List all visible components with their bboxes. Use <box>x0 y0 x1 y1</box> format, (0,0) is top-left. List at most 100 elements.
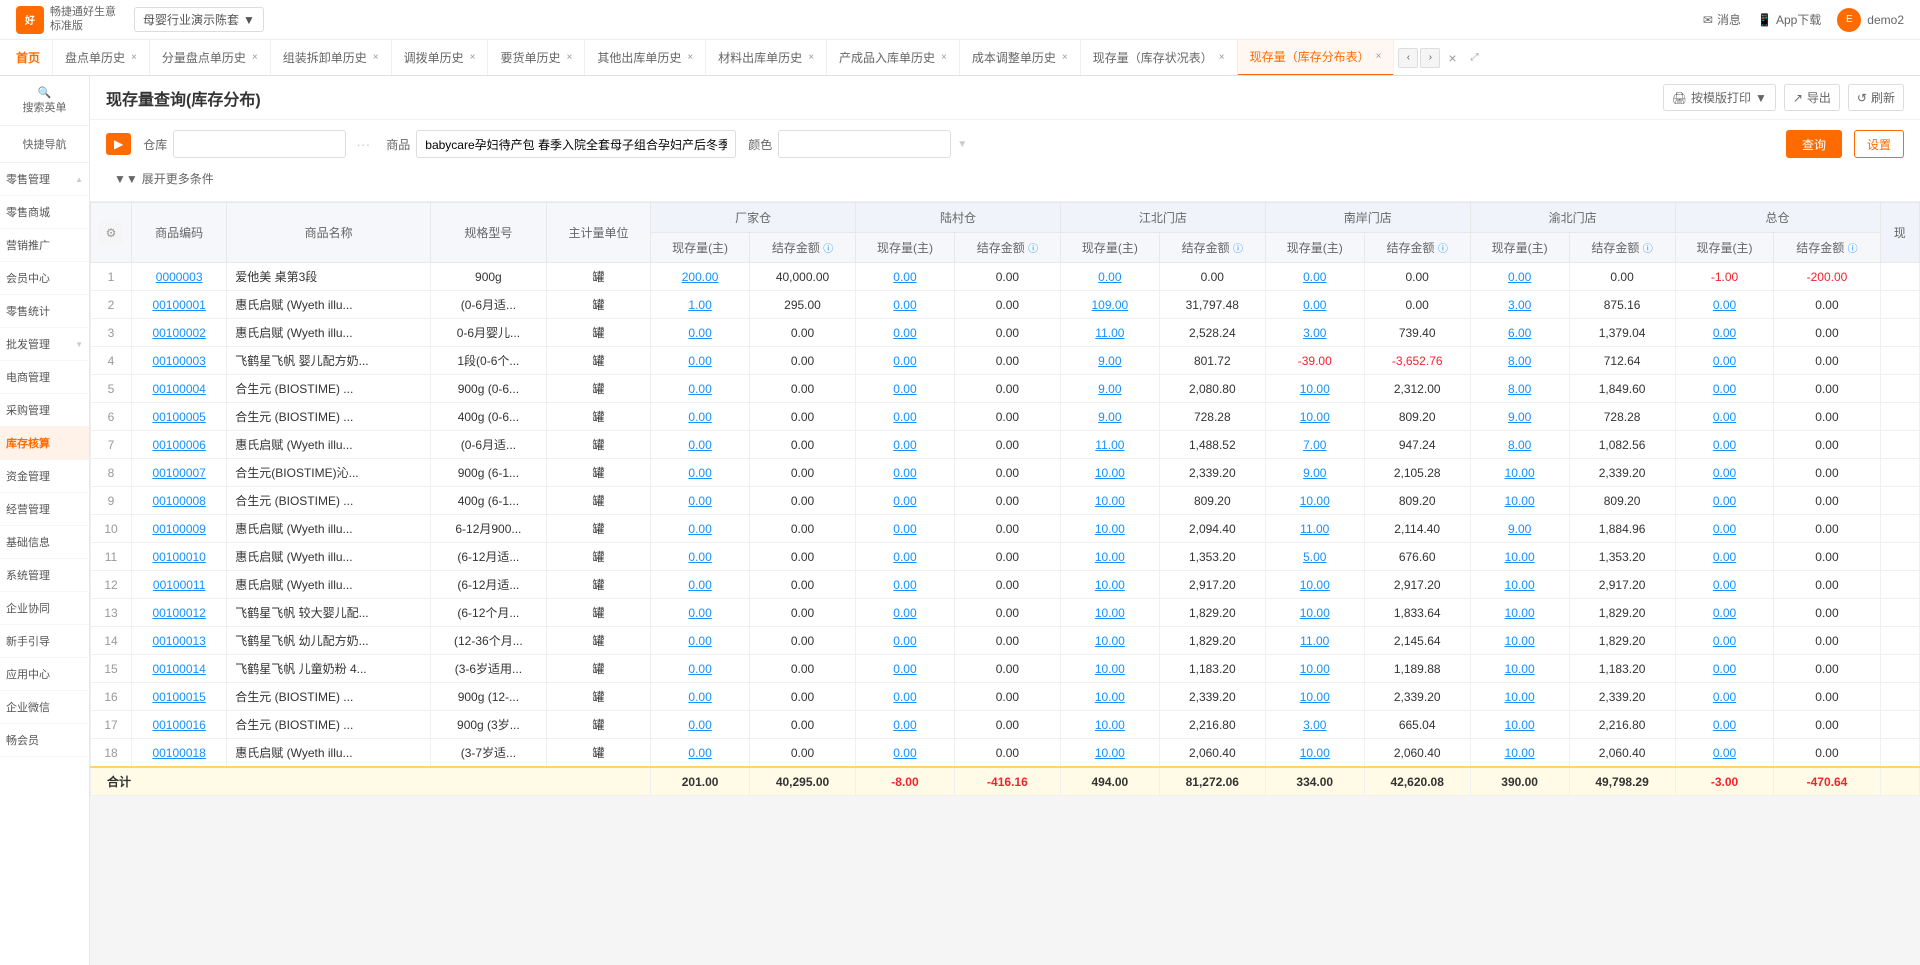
c6-qty[interactable]: -1.00 <box>1675 263 1774 291</box>
goods-code[interactable]: 00100010 <box>132 543 227 571</box>
nav-tab-transfer[interactable]: 调拨单历史 × <box>392 40 489 76</box>
c4-qty[interactable]: 9.00 <box>1265 459 1364 487</box>
c3-qty[interactable]: 10.00 <box>1060 627 1159 655</box>
c2-qty[interactable]: 0.00 <box>856 347 955 375</box>
c5-qty[interactable]: 9.00 <box>1470 515 1569 543</box>
c5-qty[interactable]: 10.00 <box>1470 655 1569 683</box>
c6-qty[interactable]: 0.00 <box>1675 403 1774 431</box>
c3-qty[interactable]: 11.00 <box>1060 431 1159 459</box>
goods-code[interactable]: 00100007 <box>132 459 227 487</box>
c6-qty[interactable]: 0.00 <box>1675 571 1774 599</box>
c2-qty[interactable]: 0.00 <box>856 739 955 768</box>
goods-code[interactable]: 00100016 <box>132 711 227 739</box>
c4-qty[interactable]: 0.00 <box>1265 263 1364 291</box>
search-btn[interactable]: 查询 <box>1786 130 1842 158</box>
goods-code[interactable]: 0000003 <box>132 263 227 291</box>
info-icon-6[interactable]: ⓘ <box>1848 244 1858 255</box>
c5-qty[interactable]: 10.00 <box>1470 571 1569 599</box>
c4-qty[interactable]: 3.00 <box>1265 319 1364 347</box>
th-settings[interactable]: ⚙ <box>91 203 132 263</box>
goods-code[interactable]: 00100014 <box>132 655 227 683</box>
sidebar-item-purchase[interactable]: 采购管理 <box>0 394 89 427</box>
sidebar-item-cooperation[interactable]: 企业协同 <box>0 592 89 625</box>
c3-qty[interactable]: 9.00 <box>1060 347 1159 375</box>
c4-qty[interactable]: 0.00 <box>1265 291 1364 319</box>
c1-qty[interactable]: 0.00 <box>651 627 750 655</box>
close-tab-requisition[interactable]: × <box>566 52 572 63</box>
c3-qty[interactable]: 10.00 <box>1060 683 1159 711</box>
sidebar-item-retail-shop[interactable]: 零售商城 <box>0 196 89 229</box>
close-tab-stock-status[interactable]: × <box>1219 52 1225 63</box>
c2-qty[interactable]: 0.00 <box>856 543 955 571</box>
c6-qty[interactable]: 0.00 <box>1675 599 1774 627</box>
c3-qty[interactable]: 10.00 <box>1060 599 1159 627</box>
sidebar-item-system[interactable]: 系统管理 <box>0 559 89 592</box>
info-icon-3[interactable]: ⓘ <box>1233 244 1243 255</box>
c3-qty[interactable]: 10.00 <box>1060 459 1159 487</box>
expand-tabs[interactable]: ⤢ <box>1464 48 1484 68</box>
settings-btn[interactable]: 设置 <box>1854 130 1904 158</box>
messages-btn[interactable]: ✉ 消息 <box>1703 11 1741 28</box>
c2-qty[interactable]: 0.00 <box>856 431 955 459</box>
sidebar-item-ecommerce[interactable]: 电商管理 <box>0 361 89 394</box>
c4-qty[interactable]: -39.00 <box>1265 347 1364 375</box>
close-tab-transfer[interactable]: × <box>470 52 476 63</box>
close-tab-assembly[interactable]: × <box>373 52 379 63</box>
c2-qty[interactable]: 0.00 <box>856 599 955 627</box>
c2-qty[interactable]: 0.00 <box>856 319 955 347</box>
c1-qty[interactable]: 200.00 <box>651 263 750 291</box>
c3-qty[interactable]: 9.00 <box>1060 403 1159 431</box>
c4-qty[interactable]: 10.00 <box>1265 375 1364 403</box>
nav-tab-stock-status[interactable]: 现存量（库存状况表） × <box>1081 40 1238 76</box>
goods-code[interactable]: 00100002 <box>132 319 227 347</box>
nav-tab-other-out[interactable]: 其他出库单历史 × <box>585 40 706 76</box>
sidebar-item-wholesale[interactable]: 批发管理 ▼ <box>0 328 89 361</box>
c5-qty[interactable]: 10.00 <box>1470 683 1569 711</box>
c2-qty[interactable]: 0.00 <box>856 711 955 739</box>
settings-gear-icon[interactable]: ⚙ <box>99 221 123 245</box>
c5-qty[interactable]: 9.00 <box>1470 403 1569 431</box>
c5-qty[interactable]: 3.00 <box>1470 291 1569 319</box>
c6-qty[interactable]: 0.00 <box>1675 515 1774 543</box>
close-tab-inventory[interactable]: × <box>131 52 137 63</box>
c1-qty[interactable]: 0.00 <box>651 655 750 683</box>
nav-tab-inventory[interactable]: 盘点单历史 × <box>53 40 150 76</box>
c5-qty[interactable]: 8.00 <box>1470 431 1569 459</box>
nav-tab-cost-adj[interactable]: 成本调整单历史 × <box>960 40 1081 76</box>
close-tab-other-out[interactable]: × <box>687 52 693 63</box>
goods-code[interactable]: 00100013 <box>132 627 227 655</box>
nav-prev-arrow[interactable]: ‹ <box>1398 48 1418 68</box>
c6-qty[interactable]: 0.00 <box>1675 711 1774 739</box>
nav-tab-assembly[interactable]: 组装拆卸单历史 × <box>271 40 392 76</box>
c6-qty[interactable]: 0.00 <box>1675 655 1774 683</box>
print-btn[interactable]: 🖨 按模版打印 ▼ <box>1663 84 1776 111</box>
sidebar-quick-nav[interactable]: 快捷导航 <box>0 126 89 163</box>
c4-qty[interactable]: 3.00 <box>1265 711 1364 739</box>
c3-qty[interactable]: 10.00 <box>1060 571 1159 599</box>
c6-qty[interactable]: 0.00 <box>1675 487 1774 515</box>
c4-qty[interactable]: 10.00 <box>1265 683 1364 711</box>
c1-qty[interactable]: 0.00 <box>651 739 750 768</box>
c1-qty[interactable]: 0.00 <box>651 683 750 711</box>
c4-qty[interactable]: 10.00 <box>1265 571 1364 599</box>
c1-qty[interactable]: 0.00 <box>651 515 750 543</box>
sidebar-item-stock-check[interactable]: 库存核算 <box>0 427 89 460</box>
info-icon-2[interactable]: ⓘ <box>1028 244 1038 255</box>
app-download-btn[interactable]: 📱 App下载 <box>1757 11 1821 28</box>
sidebar-item-basic-info[interactable]: 基础信息 <box>0 526 89 559</box>
sidebar-item-finance[interactable]: 资金管理 <box>0 460 89 493</box>
c6-qty[interactable]: 0.00 <box>1675 431 1774 459</box>
goods-code[interactable]: 00100018 <box>132 739 227 768</box>
goods-code[interactable]: 00100009 <box>132 515 227 543</box>
c4-qty[interactable]: 10.00 <box>1265 403 1364 431</box>
close-tab-portion[interactable]: × <box>252 52 258 63</box>
c2-qty[interactable]: 0.00 <box>856 655 955 683</box>
table-container[interactable]: ⚙ 商品编码 商品名称 规格型号 主计量单位 厂家仓 陆村仓 江北门店 南岸门店… <box>90 202 1920 965</box>
info-icon-1[interactable]: ⓘ <box>823 244 833 255</box>
refresh-btn[interactable]: ↺ 刷新 <box>1848 84 1904 111</box>
c2-qty[interactable]: 0.00 <box>856 375 955 403</box>
c4-qty[interactable]: 11.00 <box>1265 515 1364 543</box>
c6-qty[interactable]: 0.00 <box>1675 543 1774 571</box>
c2-qty[interactable]: 0.00 <box>856 291 955 319</box>
c6-qty[interactable]: 0.00 <box>1675 291 1774 319</box>
